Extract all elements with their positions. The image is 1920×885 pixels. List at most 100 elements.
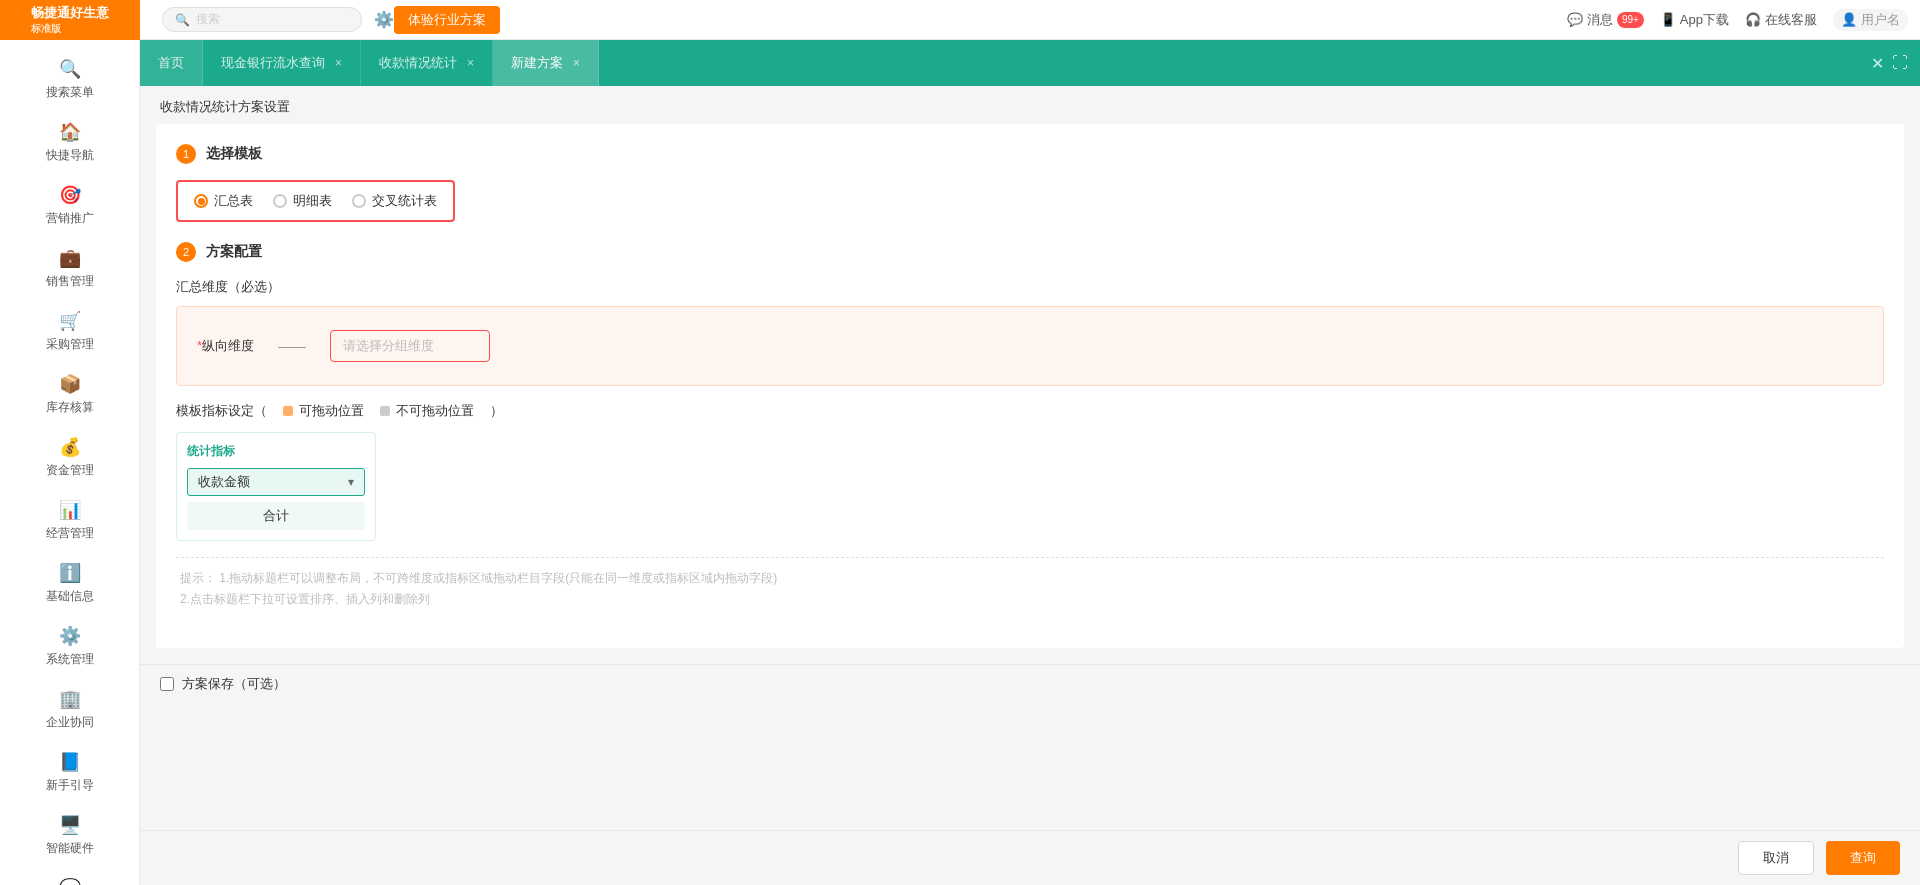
user-name: 用户名 [1861,11,1900,29]
management-icon: 📊 [59,499,81,521]
cancel-button[interactable]: 取消 [1738,841,1814,875]
tab-new-plan-label: 新建方案 [511,54,563,72]
draggable-label: 可拖动位置 [299,402,364,420]
step1-title: 选择模板 [206,145,262,163]
dimension-input[interactable]: 请选择分组维度 [330,330,490,362]
tab-expand-icon[interactable]: ⛶ [1892,54,1908,72]
step1-section: 1 选择模板 汇总表 明细表 [176,144,1884,222]
tab-cashflow-close[interactable]: × [335,56,342,70]
enterprise-icon: 🏢 [59,688,81,710]
tip1: 提示： 1.拖动标题栏可以调整布局，不可跨维度或指标区域拖动栏目字段(只能在同一… [176,570,1884,587]
tab-receipt-stats[interactable]: 收款情况统计 × [361,40,493,86]
dimension-config: 汇总维度（必选） *纵向维度 —— 请选择分组维度 [176,278,1884,386]
content-area: 首页 现金银行流水查询 × 收款情况统计 × 新建方案 × ✕ ⛶ 收款情况统计… [140,40,1920,885]
dimension-area: *纵向维度 —— 请选择分组维度 [176,306,1884,386]
required-mark: * [197,338,202,353]
drag-dot-icon [283,406,293,416]
radio-detail[interactable]: 明细表 [273,192,332,210]
stats-label: 统计指标 [187,443,365,460]
download-label: App下载 [1680,11,1729,29]
radio-cross-label: 交叉统计表 [372,192,437,210]
sidebar: 🔍 搜索菜单 🏠 快捷导航 🎯 营销推广 💼 销售管理 🛒 采购管理 📦 库存核… [0,40,140,885]
stats-tag-dropdown-icon: ▾ [348,475,354,489]
home-icon: 🏠 [59,121,81,143]
sidebar-item-search[interactable]: 🔍 搜索菜单 [0,48,139,111]
sidebar-item-label: 库存核算 [46,399,94,416]
page-content: 收款情况统计方案设置 1 选择模板 汇总表 [140,86,1920,830]
sidebar-item-system[interactable]: ⚙️ 系统管理 [0,615,139,678]
tab-home-label: 首页 [158,54,184,72]
sidebar-item-wechat[interactable]: 💬 企业微信 [0,867,139,885]
sidebar-item-label: 资金管理 [46,462,94,479]
tab-cashflow[interactable]: 现金银行流水查询 × [203,40,361,86]
top-bar: 畅捷通好生意 标准版 🔍 搜索 ⚙️ 体验行业方案 💬 消息 99+ 📱 App… [0,0,1920,40]
metrics-header: 模板指标设定（ 可拖动位置 不可拖动位置 ） [176,402,1884,420]
support-icon: 🎧 [1745,12,1761,27]
radio-summary-label: 汇总表 [214,192,253,210]
stats-tag-amount[interactable]: 收款金额 ▾ [187,468,365,496]
sidebar-item-label: 快捷导航 [46,147,94,164]
sidebar-item-enterprise[interactable]: 🏢 企业协同 [0,678,139,741]
query-button[interactable]: 查询 [1826,841,1900,875]
sidebar-item-finance[interactable]: 💰 资金管理 [0,426,139,489]
trial-button[interactable]: 体验行业方案 [394,6,500,34]
sidebar-item-label: 基础信息 [46,588,94,605]
draggable-badge: 可拖动位置 [283,402,364,420]
sidebar-item-guide[interactable]: 📘 新手引导 [0,741,139,804]
tab-bar-right: ✕ ⛶ [1871,54,1920,73]
settings-icon[interactable]: ⚙️ [374,10,394,29]
sidebar-item-nav[interactable]: 🏠 快捷导航 [0,111,139,174]
sidebar-item-label: 系统管理 [46,651,94,668]
dimension-arrow: —— [278,338,306,354]
sales-icon: 💼 [59,247,81,269]
dimension-row: *纵向维度 —— 请选择分组维度 [197,330,1863,362]
top-bar-content: 🔍 搜索 ⚙️ 体验行业方案 💬 消息 99+ 📱 App下载 🎧 在线客服 👤… [162,6,1908,34]
tab-home[interactable]: 首页 [140,40,203,86]
search-placeholder: 搜索 [196,11,220,28]
user-icon: 👤 [1841,12,1857,27]
save-label: 方案保存（可选） [182,675,286,693]
finance-icon: 💰 [59,436,81,458]
save-checkbox[interactable] [160,677,174,691]
main-layout: 🔍 搜索菜单 🏠 快捷导航 🎯 营销推广 💼 销售管理 🛒 采购管理 📦 库存核… [0,40,1920,885]
step1-number: 1 [176,144,196,164]
radio-detail-circle [273,194,287,208]
radio-detail-label: 明细表 [293,192,332,210]
user-item[interactable]: 👤 用户名 [1833,9,1908,31]
sidebar-item-inventory[interactable]: 📦 库存核算 [0,363,139,426]
save-section: 方案保存（可选） [140,664,1920,703]
hardware-icon: 🖥️ [59,814,81,836]
tab-new-plan-close[interactable]: × [573,56,580,70]
message-item[interactable]: 💬 消息 99+ [1567,11,1644,29]
page-title: 收款情况统计方案设置 [160,99,290,114]
download-item[interactable]: 📱 App下载 [1660,11,1729,29]
search-icon: 🔍 [59,58,81,80]
stats-total: 合计 [187,502,365,530]
sidebar-item-hardware[interactable]: 🖥️ 智能硬件 [0,804,139,867]
radio-cross[interactable]: 交叉统计表 [352,192,437,210]
support-item[interactable]: 🎧 在线客服 [1745,11,1817,29]
dimension-label: 汇总维度（必选） [176,278,1884,296]
top-search[interactable]: 🔍 搜索 [162,7,362,32]
tips-section: 提示： 1.拖动标题栏可以调整布局，不可跨维度或指标区域拖动栏目字段(只能在同一… [176,557,1884,608]
sidebar-item-management[interactable]: 📊 经营管理 [0,489,139,552]
tab-new-plan[interactable]: 新建方案 × [493,40,599,86]
tab-receipt-stats-close[interactable]: × [467,56,474,70]
top-bar-icons: 💬 消息 99+ 📱 App下载 🎧 在线客服 👤 用户名 [1567,9,1908,31]
sidebar-item-basic[interactable]: ℹ️ 基础信息 [0,552,139,615]
radio-summary[interactable]: 汇总表 [194,192,253,210]
step2-header: 2 方案配置 [176,242,1884,262]
step2-number: 2 [176,242,196,262]
inventory-icon: 📦 [59,373,81,395]
metrics-config: 模板指标设定（ 可拖动位置 不可拖动位置 ） [176,402,1884,541]
sidebar-item-purchase[interactable]: 🛒 采购管理 [0,300,139,363]
logo-text: 畅捷通好生意 [31,4,109,22]
purchase-icon: 🛒 [59,310,81,332]
radio-summary-circle [194,194,208,208]
stats-tag-text: 收款金额 [198,473,250,491]
step1-header: 1 选择模板 [176,144,1884,164]
sidebar-item-marketing[interactable]: 🎯 营销推广 [0,174,139,237]
footer-bar: 取消 查询 [140,830,1920,885]
sidebar-item-sales[interactable]: 💼 销售管理 [0,237,139,300]
tab-close-icon[interactable]: ✕ [1871,54,1884,73]
